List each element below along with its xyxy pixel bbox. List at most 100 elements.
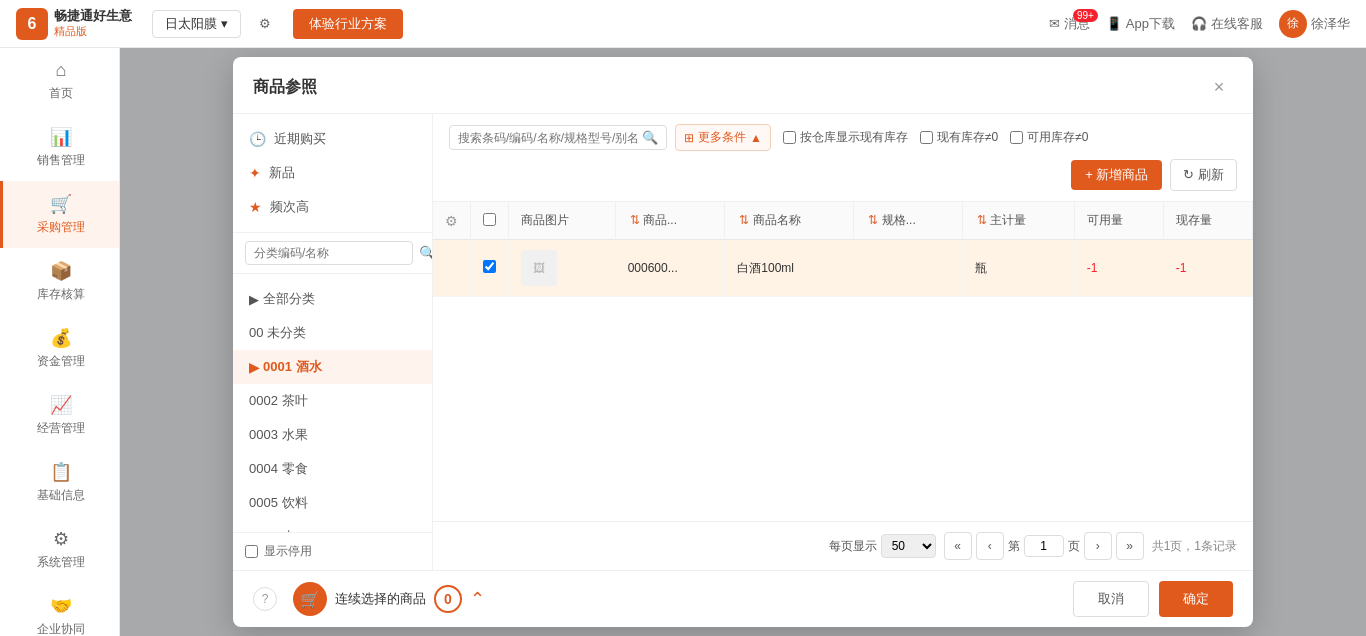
column-settings-icon[interactable]: ⚙	[445, 213, 458, 229]
quick-item-recent[interactable]: 🕒 近期购买	[233, 122, 432, 156]
cat-arrow-all: ▶	[249, 292, 259, 307]
help-button[interactable]: ?	[253, 587, 277, 611]
confirm-button[interactable]: 确定	[1159, 581, 1233, 617]
cat-item-tea[interactable]: 0002 茶叶	[233, 384, 432, 418]
check-nonzero-stock[interactable]: 现有库存≠0	[920, 129, 998, 146]
next-page-button[interactable]: ›	[1084, 532, 1112, 560]
row-stock: -1	[1163, 240, 1252, 297]
cat-item-liquor[interactable]: ▶ 0001 酒水	[233, 350, 432, 384]
modal-header: 商品参照 ×	[233, 57, 1253, 114]
settings-icon[interactable]: ⚙	[249, 8, 281, 40]
show-disabled-area: 显示停用	[233, 532, 432, 570]
modal-body: 🕒 近期购买 ✦ 新品 ★ 频次高	[233, 114, 1253, 570]
modal-title: 商品参照	[253, 77, 317, 98]
trial-button[interactable]: 体验行业方案	[293, 9, 403, 39]
col-unit[interactable]: ⇅ 主计量	[963, 202, 1075, 240]
message-button[interactable]: ✉ 消息 99+	[1049, 15, 1090, 33]
product-search-icon[interactable]: 🔍	[642, 130, 658, 145]
finance-icon: 💰	[50, 327, 72, 349]
product-reference-modal: 商品参照 × 🕒 近期购买 ✦	[233, 57, 1253, 627]
cat-item-beverage[interactable]: 0005 饮料	[233, 486, 432, 520]
purchase-icon: 🛒	[50, 193, 72, 215]
tenant-dropdown[interactable]: 日太阳膜 ▾	[152, 10, 241, 38]
modal-overlay: 商品参照 × 🕒 近期购买 ✦	[120, 48, 1366, 636]
more-conditions-button[interactable]: ⊞ 更多条件 ▲	[675, 124, 771, 151]
cat-item-unclassified[interactable]: 00 未分类	[233, 316, 432, 350]
cancel-button[interactable]: 取消	[1073, 581, 1149, 617]
category-search-icon[interactable]: 🔍	[419, 245, 433, 261]
content-area: 商品参照 × 🕒 近期购买 ✦	[120, 48, 1366, 636]
table-header-row: ⚙ 商品图片 ⇅ 商品... ⇅	[433, 202, 1253, 240]
avatar: 徐	[1279, 10, 1307, 38]
col-image: 商品图片	[509, 202, 616, 240]
sidebar-item-operation[interactable]: 📈 经营管理	[0, 382, 119, 449]
inventory-icon: 📦	[50, 260, 72, 282]
cart-count: 0	[434, 585, 462, 613]
user-menu[interactable]: 徐 徐泽华	[1279, 10, 1350, 38]
prev-page-button[interactable]: ‹	[976, 532, 1004, 560]
sidebar-item-sales[interactable]: 📊 销售管理	[0, 114, 119, 181]
quick-item-new[interactable]: ✦ 新品	[233, 156, 432, 190]
headphone-icon: 🎧	[1191, 16, 1207, 31]
modal-close-button[interactable]: ×	[1205, 73, 1233, 101]
sidebar-item-inventory[interactable]: 📦 库存核算	[0, 248, 119, 315]
logo: 6 畅捷通好生意 精品版	[16, 8, 132, 40]
action-buttons: + 新增商品 ↻ 刷新	[1071, 159, 1237, 191]
row-spec	[854, 240, 963, 297]
product-table: ⚙ 商品图片 ⇅ 商品... ⇅	[433, 202, 1253, 297]
page-size-select[interactable]: 50 20 100	[881, 534, 936, 558]
col-name[interactable]: ⇅ 商品名称	[725, 202, 854, 240]
basic-icon: 📋	[50, 461, 72, 483]
cat-item-fruit[interactable]: 0003 水果	[233, 418, 432, 452]
check-warehouse-stock[interactable]: 按仓库显示现有库存	[783, 129, 908, 146]
filter-icon: ⊞	[684, 131, 694, 145]
product-search-input[interactable]	[458, 131, 638, 145]
sidebar-item-basic[interactable]: 📋 基础信息	[0, 449, 119, 516]
home-icon: ⌂	[56, 60, 67, 81]
sort-icon: ⇅	[739, 213, 749, 227]
chevron-up-icon: ▲	[750, 131, 762, 145]
app-download-button[interactable]: 📱 App下载	[1106, 15, 1175, 33]
row-name: 白酒100ml	[725, 240, 854, 297]
cart-label: 连续选择的商品	[335, 590, 426, 608]
filter-checkboxes: 按仓库显示现有库存 现有库存≠0 可用库存≠0	[783, 129, 1089, 146]
cat-item-water[interactable]: 0008 水	[233, 520, 432, 532]
page-number-input[interactable]	[1024, 535, 1064, 557]
col-spec[interactable]: ⇅ 规格...	[854, 202, 963, 240]
row-select-checkbox[interactable]	[483, 260, 496, 273]
cart-collapse-icon[interactable]: ⌃	[470, 588, 485, 610]
cart-icon[interactable]: 🛒	[293, 582, 327, 616]
cat-item-snack[interactable]: 0004 零食	[233, 452, 432, 486]
category-search-input[interactable]	[245, 241, 413, 265]
check-nonzero-available[interactable]: 可用库存≠0	[1010, 129, 1088, 146]
refresh-button[interactable]: ↻ 刷新	[1170, 159, 1237, 191]
row-unit: 瓶	[963, 240, 1075, 297]
page-total: 共1页，1条记录	[1152, 538, 1237, 555]
cat-item-all[interactable]: ▶ 全部分类	[233, 282, 432, 316]
table-row[interactable]: 🖼 000600... 白酒100ml 瓶 -1 -1	[433, 240, 1253, 297]
sidebar-item-finance[interactable]: 💰 资金管理	[0, 315, 119, 382]
show-disabled-checkbox[interactable]	[245, 545, 258, 558]
quick-item-frequent[interactable]: ★ 频次高	[233, 190, 432, 224]
sidebar-item-system[interactable]: ⚙ 系统管理	[0, 516, 119, 583]
add-product-button[interactable]: + 新增商品	[1071, 160, 1162, 190]
row-settings	[433, 240, 471, 297]
select-all-checkbox[interactable]	[483, 213, 496, 226]
product-table-wrapper: ⚙ 商品图片 ⇅ 商品... ⇅	[433, 202, 1253, 521]
sort-icon: ⇅	[630, 213, 640, 227]
sidebar-item-purchase[interactable]: 🛒 采购管理	[0, 181, 119, 248]
chevron-down-icon: ▾	[221, 16, 228, 31]
footer-actions: 取消 确定	[1073, 581, 1233, 617]
filter-bar: 🔍 ⊞ 更多条件 ▲ 按仓库显示现有库存	[433, 114, 1253, 202]
sidebar-item-collab[interactable]: 🤝 企业协同	[0, 583, 119, 636]
online-service-button[interactable]: 🎧 在线客服	[1191, 15, 1263, 33]
cat-arrow-liquor: ▶	[249, 360, 259, 375]
row-code: 000600...	[615, 240, 725, 297]
sidebar-item-home[interactable]: ⌂ 首页	[0, 48, 119, 114]
first-page-button[interactable]: «	[944, 532, 972, 560]
page-size-area: 每页显示 50 20 100	[829, 534, 936, 558]
message-icon: ✉	[1049, 16, 1060, 31]
last-page-button[interactable]: »	[1116, 532, 1144, 560]
col-code[interactable]: ⇅ 商品...	[615, 202, 725, 240]
cart-area: 🛒 连续选择的商品 0 ⌃	[293, 582, 485, 616]
